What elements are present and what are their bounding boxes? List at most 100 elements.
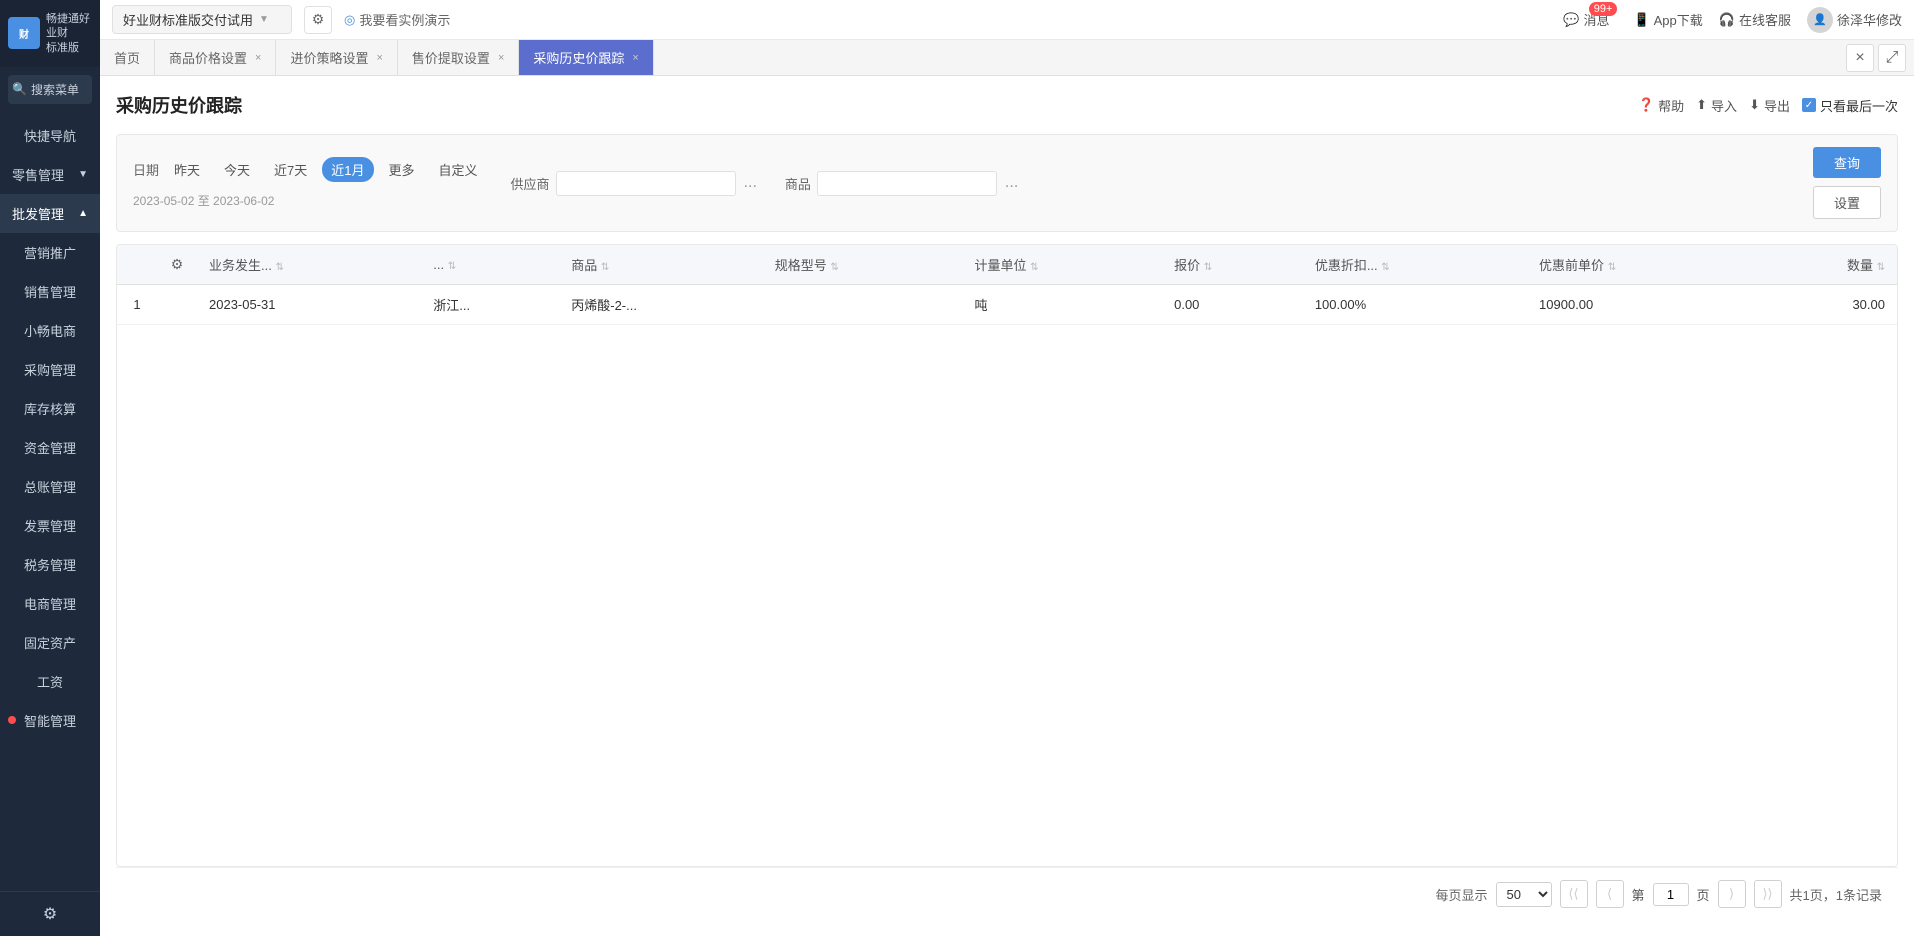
sidebar-item-quick-nav[interactable]: 快捷导航: [0, 116, 100, 155]
col-header-more[interactable]: ... ⇅: [421, 245, 559, 285]
date-btn-custom[interactable]: 自定义: [430, 157, 487, 182]
sidebar-item-salary[interactable]: 工资: [0, 662, 100, 701]
first-page-button[interactable]: ⟨⟨: [1560, 880, 1588, 908]
sidebar-settings-button[interactable]: ⚙: [39, 900, 61, 928]
sort-icon-quantity[interactable]: ⇅: [1877, 262, 1885, 273]
only-latest-checkbox[interactable]: ✓: [1802, 98, 1816, 112]
sort-icon-product[interactable]: ⇅: [601, 262, 609, 273]
messages-button[interactable]: 💬 消息 99+: [1563, 10, 1609, 29]
col-header-unit[interactable]: 计量单位 ⇅: [962, 245, 1162, 285]
col-header-seq: [117, 245, 157, 285]
only-latest-checkbox-wrap[interactable]: ✓ 只看最后一次: [1802, 96, 1898, 115]
tab-close-purchase-history[interactable]: ×: [632, 52, 638, 64]
col-header-quantity[interactable]: 数量 ⇅: [1756, 245, 1897, 285]
sidebar-logo: 财 畅捷通好业财 标准版: [0, 0, 100, 67]
sort-icon-pre-discount[interactable]: ⇅: [1608, 262, 1616, 273]
product-filter-group: 商品 ...: [785, 171, 1022, 196]
sidebar-item-marketing[interactable]: 营销推广: [0, 233, 100, 272]
pagination: 每页显示 50 10 20 100 ⟨⟨ ⟨ 第 页 ⟩ ⟩⟩ 共1页，1条记录: [116, 867, 1898, 920]
last-page-button[interactable]: ⟩⟩: [1754, 880, 1782, 908]
demo-button[interactable]: ◎ 我要看实例演示: [344, 10, 450, 29]
supplier-filter-group: 供应商 ...: [511, 171, 761, 196]
col-header-settings[interactable]: ⚙: [157, 245, 197, 285]
col-header-discount[interactable]: 优惠折扣... ⇅: [1303, 245, 1527, 285]
close-tab-button[interactable]: ×: [1846, 44, 1874, 72]
topbar-settings-button[interactable]: ⚙: [304, 6, 332, 34]
topbar: 好业财标准版交付试用 ▼ ⚙ ◎ 我要看实例演示 💬 消息 99+ 📱 App下…: [100, 0, 1914, 40]
tab-purchase-history[interactable]: 采购历史价跟踪 ×: [519, 40, 653, 75]
per-page-label: 每页显示: [1435, 885, 1487, 904]
expand-tab-button[interactable]: ⤢: [1878, 44, 1906, 72]
online-service-button[interactable]: 🎧 在线客服: [1719, 10, 1791, 29]
supplier-input-wrap: ...: [556, 171, 761, 196]
product-selector[interactable]: 好业财标准版交付试用 ▼: [112, 5, 292, 34]
sidebar-item-fixed-assets[interactable]: 固定资产: [0, 623, 100, 662]
supplier-input[interactable]: [556, 171, 736, 196]
tab-home[interactable]: 首页: [100, 40, 155, 75]
tab-close-sell-extract[interactable]: ×: [498, 52, 504, 64]
user-menu[interactable]: 👤 徐泽华修改: [1807, 7, 1902, 33]
tab-price-settings[interactable]: 商品价格设置 ×: [155, 40, 276, 75]
date-btn-more[interactable]: 更多: [380, 157, 424, 182]
supplier-more-button[interactable]: ...: [740, 172, 761, 194]
tab-close-price-settings[interactable]: ×: [255, 52, 261, 64]
date-btn-7days[interactable]: 近7天: [265, 157, 316, 182]
sidebar-item-ledger[interactable]: 总账管理: [0, 467, 100, 506]
sidebar-item-ecommerce[interactable]: 电商管理: [0, 584, 100, 623]
app-download-button[interactable]: 📱 App下载: [1633, 10, 1702, 29]
sidebar-item-tax[interactable]: 税务管理: [0, 545, 100, 584]
help-button[interactable]: ❓ 帮助: [1638, 96, 1684, 115]
col-header-product[interactable]: 商品 ⇅: [559, 245, 763, 285]
sidebar-nav: 快捷导航 零售管理 ▼ 批发管理 ▲ 营销推广 销售管理 小畅电商 采购管理 库…: [0, 112, 100, 744]
col-header-spec[interactable]: 规格型号 ⇅: [763, 245, 963, 285]
sort-icon-unit[interactable]: ⇅: [1030, 262, 1038, 273]
prev-page-button[interactable]: ⟨: [1596, 880, 1624, 908]
filter-bar: 日期 昨天 今天 近7天 近1月 更多 自定义 2023-05-02 至 202…: [116, 134, 1898, 232]
date-filters: 昨天 今天 近7天 近1月 更多 自定义: [165, 157, 487, 182]
sidebar-item-smart[interactable]: 智能管理: [0, 701, 100, 740]
sidebar-item-inventory[interactable]: 库存核算: [0, 389, 100, 428]
product-more-button[interactable]: ...: [1001, 172, 1022, 194]
sidebar-item-invoice[interactable]: 发票管理: [0, 506, 100, 545]
table-settings-icon[interactable]: ⚙: [171, 256, 184, 272]
supplier-filter-label: 供应商: [511, 174, 550, 193]
tab-sell-extract[interactable]: 售价提取设置 ×: [398, 40, 519, 75]
content-area: 采购历史价跟踪 ❓ 帮助 ⬆ 导入 ⬇ 导出 ✓ 只看最后一次: [100, 76, 1914, 936]
tab-purchase-strategy[interactable]: 进价策略设置 ×: [276, 40, 397, 75]
sidebar-item-ecommerce-small[interactable]: 小畅电商: [0, 311, 100, 350]
tab-close-purchase-strategy[interactable]: ×: [376, 52, 382, 64]
col-header-pre-discount[interactable]: 优惠前单价 ⇅: [1527, 245, 1756, 285]
sidebar-item-retail[interactable]: 零售管理 ▼: [0, 155, 100, 194]
sidebar-item-finance[interactable]: 资金管理: [0, 428, 100, 467]
filter-actions: 查询 设置: [1813, 147, 1881, 219]
table-header-row: ⚙ 业务发生... ⇅ ... ⇅ 商品 ⇅: [117, 245, 1897, 285]
date-btn-today[interactable]: 今天: [215, 157, 259, 182]
page-input[interactable]: [1653, 883, 1689, 906]
date-btn-yesterday[interactable]: 昨天: [165, 157, 209, 182]
data-table: ⚙ 业务发生... ⇅ ... ⇅ 商品 ⇅: [117, 245, 1897, 325]
export-button[interactable]: ⬇ 导出: [1749, 96, 1790, 115]
sort-icon-biz-date[interactable]: ⇅: [275, 262, 283, 273]
import-button[interactable]: ⬆ 导入: [1696, 96, 1737, 115]
demo-icon: ◎: [344, 12, 355, 28]
total-info: 共1页，1条记录: [1790, 885, 1882, 904]
sort-icon-spec[interactable]: ⇅: [830, 262, 838, 273]
per-page-select[interactable]: 50 10 20 100: [1496, 882, 1552, 907]
sort-icon-quote[interactable]: ⇅: [1204, 262, 1212, 273]
product-input[interactable]: [817, 171, 997, 196]
sidebar-item-wholesale[interactable]: 批发管理 ▲: [0, 194, 100, 233]
date-btn-1month[interactable]: 近1月: [322, 157, 373, 182]
query-button[interactable]: 查询: [1813, 147, 1881, 178]
search-menu-button[interactable]: 🔍 搜索菜单: [8, 75, 92, 104]
filter-settings-button[interactable]: 设置: [1813, 186, 1881, 219]
sidebar-item-sales[interactable]: 销售管理: [0, 272, 100, 311]
sort-icon-more[interactable]: ⇅: [448, 261, 456, 272]
tabbar-right: × ⤢: [1846, 44, 1914, 72]
page-header: 采购历史价跟踪 ❓ 帮助 ⬆ 导入 ⬇ 导出 ✓ 只看最后一次: [116, 92, 1898, 118]
notification-dot: [8, 716, 16, 724]
col-header-biz-date[interactable]: 业务发生... ⇅: [197, 245, 421, 285]
next-page-button[interactable]: ⟩: [1718, 880, 1746, 908]
sidebar-item-purchase[interactable]: 采购管理: [0, 350, 100, 389]
col-header-quote[interactable]: 报价 ⇅: [1162, 245, 1303, 285]
sort-icon-discount[interactable]: ⇅: [1381, 262, 1389, 273]
